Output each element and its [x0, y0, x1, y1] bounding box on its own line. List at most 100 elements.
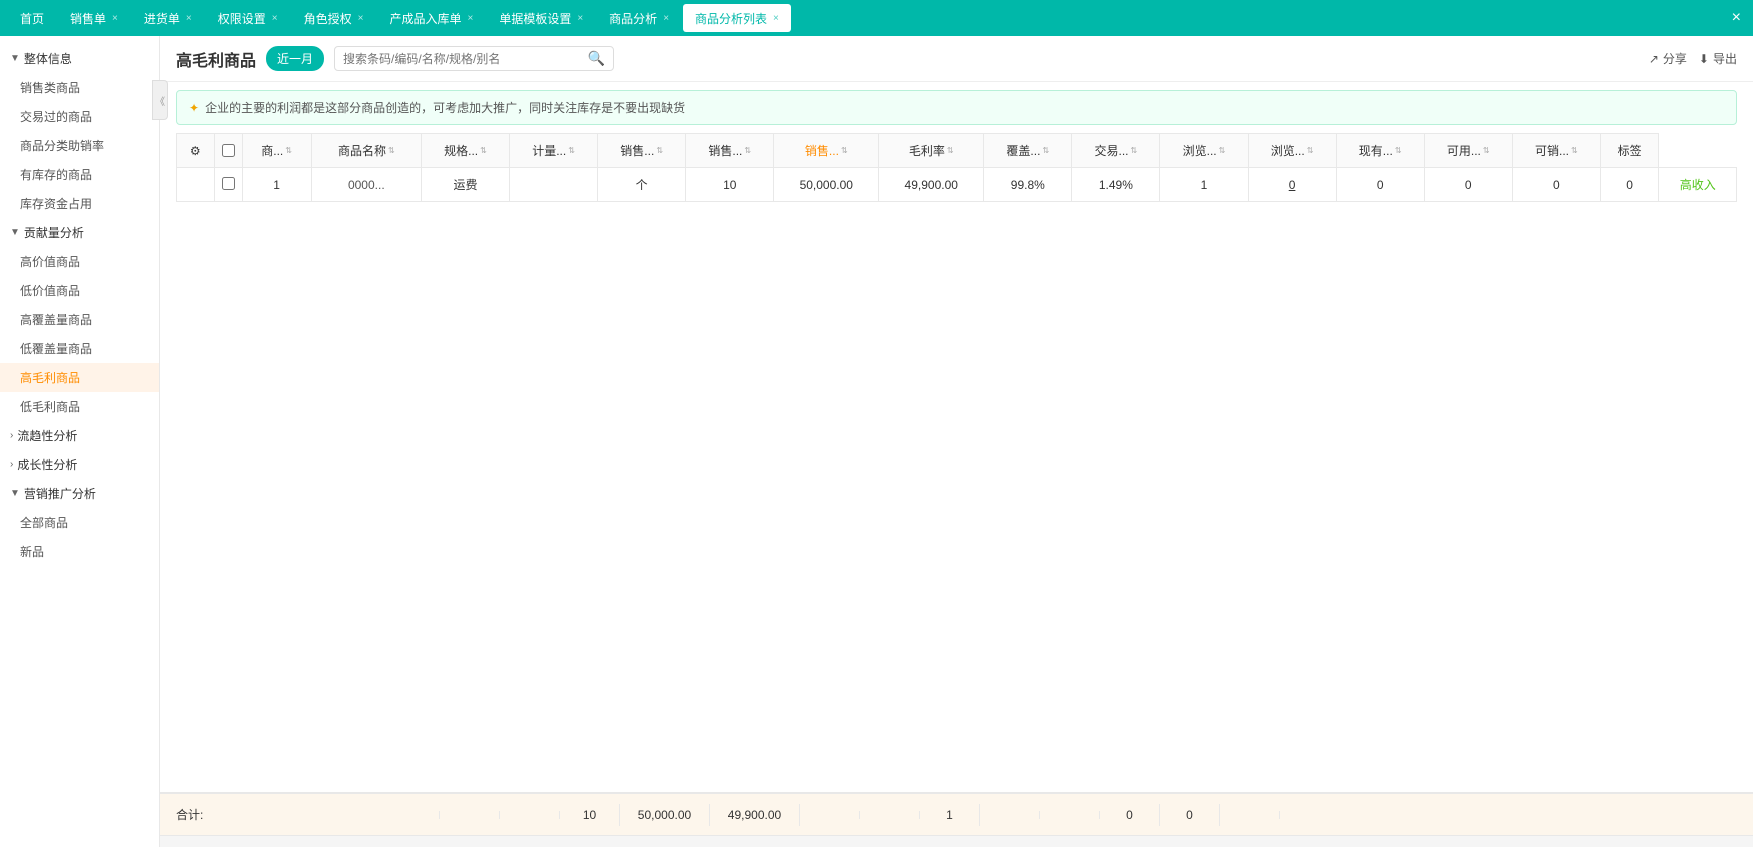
col-coverage[interactable]: 覆盖...⇅ — [984, 134, 1072, 168]
content-area: 高毛利商品 近一月 🔍 ↗ 分享 ⬇ 导出 ✦ 企业的主要的利润都是这部分商品创… — [160, 36, 1753, 847]
search-box: 🔍 — [334, 46, 614, 71]
nav-products-entry[interactable]: 产成品入库单 × — [377, 4, 485, 32]
share-button[interactable]: ↗ 分享 — [1649, 50, 1687, 67]
row-sale-profit: 49,900.00 — [879, 168, 984, 202]
expand-overall-icon: ▼ — [10, 53, 20, 64]
close-sales-tab[interactable]: × — [112, 13, 118, 24]
row-sale-qty: 10 — [686, 168, 774, 202]
search-input[interactable] — [343, 52, 588, 66]
main-layout: ▼ 整体信息 销售类商品 交易过的商品 商品分类助销率 有库存的商品 库存资金占… — [0, 36, 1753, 847]
sidebar-item-traded-goods[interactable]: 交易过的商品 — [0, 102, 159, 131]
footer-stock: 0 — [1100, 804, 1160, 826]
footer-empty8 — [1220, 811, 1280, 819]
sidebar-section-overall[interactable]: ▼ 整体信息 — [0, 44, 159, 73]
row-spec — [510, 168, 598, 202]
sidebar-section-growth[interactable]: › 成长性分析 — [0, 450, 159, 479]
info-banner: ✦ 企业的主要的利润都是这部分商品创造的，可考虑加大推广，同时关注库存是不要出现… — [176, 90, 1737, 125]
col-tag: 标签 — [1600, 134, 1659, 168]
col-saleable[interactable]: 可销...⇅ — [1512, 134, 1600, 168]
nav-template-settings[interactable]: 单据模板设置 × — [487, 4, 595, 32]
table-row: 1 0000... 运费 个 10 50,000.00 49,900.00 99… — [177, 168, 1737, 202]
expand-growth-icon: › — [10, 459, 13, 470]
row-transaction: 1 — [1160, 168, 1248, 202]
row-unit: 个 — [598, 168, 686, 202]
nav-permissions[interactable]: 权限设置 × — [206, 4, 290, 32]
sidebar-item-high-coverage[interactable]: 高覆盖量商品 — [0, 305, 159, 334]
close-products-entry-tab[interactable]: × — [467, 13, 473, 24]
sidebar-collapse-button[interactable]: 《 — [152, 80, 168, 120]
nav-roles[interactable]: 角色授权 × — [292, 4, 376, 32]
col-browse2[interactable]: 浏览...⇅ — [1248, 134, 1336, 168]
col-sale-amount[interactable]: 销售...⇅ — [686, 134, 774, 168]
col-name[interactable]: 商品名称⇅ — [311, 134, 421, 168]
col-spec[interactable]: 规格...⇅ — [421, 134, 509, 168]
close-roles-tab[interactable]: × — [358, 13, 364, 24]
col-sale-qty[interactable]: 销售...⇅ — [598, 134, 686, 168]
sidebar-item-all-goods[interactable]: 全部商品 — [0, 508, 159, 537]
nav-product-analysis-list[interactable]: 商品分析列表 × — [683, 4, 791, 32]
close-all-button[interactable]: × — [1728, 5, 1745, 31]
sidebar-item-sales-goods[interactable]: 销售类商品 — [0, 73, 159, 102]
col-browse1[interactable]: 浏览...⇅ — [1160, 134, 1248, 168]
sidebar-item-high-value[interactable]: 高价值商品 — [0, 247, 159, 276]
footer-empty5 — [860, 811, 920, 819]
footer-label: 合计: — [160, 802, 360, 827]
row-settings[interactable] — [177, 168, 215, 202]
close-template-tab[interactable]: × — [577, 13, 583, 24]
col-gross-margin[interactable]: 毛利率⇅ — [879, 134, 984, 168]
header-actions: ↗ 分享 ⬇ 导出 — [1649, 50, 1737, 67]
close-purchase-tab[interactable]: × — [186, 13, 192, 24]
footer-total: 合计: 10 50,000.00 49,900.00 1 0 0 — [160, 792, 1753, 835]
nav-product-analysis[interactable]: 商品分析 × — [597, 4, 681, 32]
footer-available: 0 — [1160, 804, 1220, 826]
row-tag: 高收入 — [1659, 168, 1737, 202]
info-icon: ✦ — [189, 101, 199, 115]
row-name: 运费 — [421, 168, 509, 202]
sidebar-item-category-rate[interactable]: 商品分类助销率 — [0, 131, 159, 160]
nav-purchase[interactable]: 进货单 × — [132, 4, 204, 32]
footer-sale-amount: 50,000.00 — [620, 804, 710, 826]
share-icon: ↗ — [1649, 52, 1659, 66]
sidebar-item-low-value[interactable]: 低价值商品 — [0, 276, 159, 305]
close-permissions-tab[interactable]: × — [272, 13, 278, 24]
sidebar: ▼ 整体信息 销售类商品 交易过的商品 商品分类助销率 有库存的商品 库存资金占… — [0, 36, 160, 847]
footer-transaction: 1 — [920, 804, 980, 826]
nav-sales[interactable]: 销售单 × — [58, 4, 130, 32]
sidebar-item-in-stock[interactable]: 有库存的商品 — [0, 160, 159, 189]
col-unit[interactable]: 计量...⇅ — [510, 134, 598, 168]
search-icon[interactable]: 🔍 — [588, 50, 605, 67]
export-icon: ⬇ — [1699, 52, 1709, 66]
footer-empty6 — [980, 811, 1040, 819]
row-saleable: 0 — [1600, 168, 1659, 202]
col-settings[interactable]: ⚙ — [177, 134, 215, 168]
top-navigation: 首页 销售单 × 进货单 × 权限设置 × 角色授权 × 产成品入库单 × 单据… — [0, 0, 1753, 36]
row-checkbox[interactable] — [214, 168, 242, 202]
sidebar-item-stock-capital[interactable]: 库存资金占用 — [0, 189, 159, 218]
close-product-analysis-list-tab[interactable]: × — [773, 13, 779, 24]
nav-home[interactable]: 首页 — [8, 4, 56, 32]
sidebar-section-contribution[interactable]: ▼ 贡献量分析 — [0, 218, 159, 247]
row-code[interactable]: 0000... — [311, 168, 421, 202]
col-code[interactable]: 商...⇅ — [242, 134, 311, 168]
export-button[interactable]: ⬇ 导出 — [1699, 50, 1737, 67]
sidebar-item-high-margin[interactable]: 高毛利商品 — [0, 363, 159, 392]
footer-empty3 — [500, 811, 560, 819]
sidebar-section-trend[interactable]: › 流趋性分析 — [0, 421, 159, 450]
sidebar-item-low-margin[interactable]: 低毛利商品 — [0, 392, 159, 421]
col-stock[interactable]: 现有...⇅ — [1336, 134, 1424, 168]
col-sale-profit[interactable]: 销售...⇅ — [774, 134, 879, 168]
page-title: 高毛利商品 — [176, 47, 256, 71]
expand-contribution-icon: ▼ — [10, 227, 20, 238]
footer-empty4 — [800, 811, 860, 819]
filter-recent-month[interactable]: 近一月 — [266, 46, 324, 71]
select-all-checkbox[interactable] — [222, 144, 235, 157]
col-transaction[interactable]: 交易...⇅ — [1072, 134, 1160, 168]
sidebar-item-low-coverage[interactable]: 低覆盖量商品 — [0, 334, 159, 363]
sidebar-item-new-goods[interactable]: 新品 — [0, 537, 159, 566]
row-sale-amount: 50,000.00 — [774, 168, 879, 202]
horizontal-scrollbar[interactable] — [160, 835, 1753, 847]
col-available[interactable]: 可用...⇅ — [1424, 134, 1512, 168]
sidebar-section-marketing[interactable]: ▼ 营销推广分析 — [0, 479, 159, 508]
row-browse1[interactable]: 0 — [1248, 168, 1336, 202]
close-product-analysis-tab[interactable]: × — [663, 13, 669, 24]
